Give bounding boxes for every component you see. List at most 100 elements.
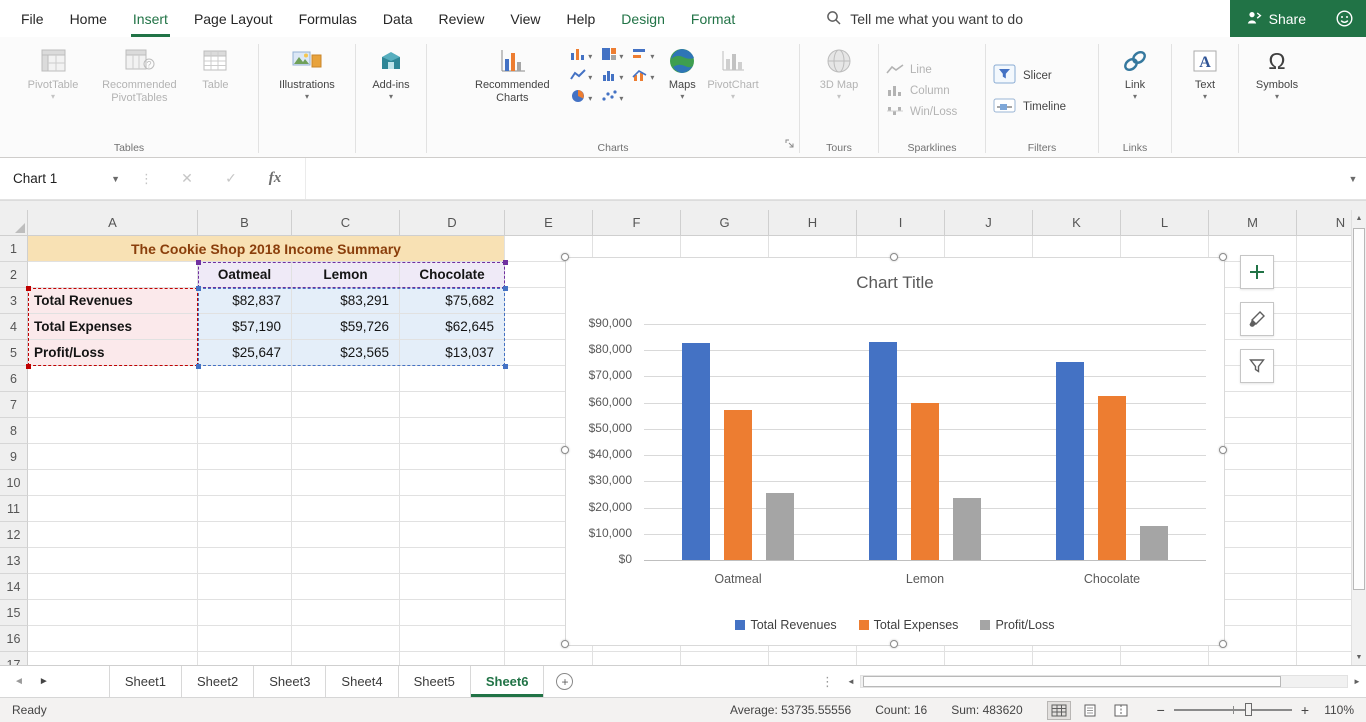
column-header-E[interactable]: E (505, 210, 593, 236)
pivotchart-button[interactable]: PivotChart ▾ (702, 41, 763, 101)
row-header-17[interactable]: 17 (0, 652, 28, 665)
scroll-down-arrow[interactable]: ▼ (1352, 649, 1366, 665)
tab-view[interactable]: View (497, 0, 553, 37)
recommended-charts-button[interactable]: Recommended Charts (462, 41, 562, 105)
addins-button[interactable]: Add-ins ▾ (363, 41, 419, 101)
value-cell[interactable]: $75,682 (400, 288, 505, 314)
empty-cell[interactable] (292, 496, 400, 522)
legend-item[interactable]: Profit/Loss (980, 618, 1055, 632)
tab-file[interactable]: File (8, 0, 57, 37)
category-header-cell[interactable]: Oatmeal (198, 262, 292, 288)
empty-cell[interactable] (1297, 496, 1351, 522)
empty-cell[interactable] (1297, 470, 1351, 496)
empty-cell[interactable] (1209, 652, 1297, 665)
empty-cell[interactable] (28, 600, 198, 626)
empty-cell[interactable] (198, 470, 292, 496)
empty-cell[interactable] (681, 652, 769, 665)
empty-cell[interactable] (1297, 600, 1351, 626)
chart-selection-handle[interactable] (890, 640, 898, 648)
insert-waterfall-chart-button[interactable]: ▾ (632, 47, 654, 61)
empty-cell[interactable] (400, 548, 505, 574)
horizontal-scrollbar[interactable]: ◄ ► (842, 666, 1366, 697)
value-cell[interactable]: $83,291 (292, 288, 400, 314)
column-header-H[interactable]: H (769, 210, 857, 236)
symbols-button[interactable]: Ω Symbols ▾ (1251, 41, 1303, 101)
empty-cell[interactable] (400, 626, 505, 652)
chart-selection-handle[interactable] (890, 253, 898, 261)
zoom-in-button[interactable]: + (1301, 702, 1309, 718)
insert-pie-chart-button[interactable]: ▾ (570, 89, 592, 103)
feedback-smiley-button[interactable] (1323, 0, 1366, 37)
empty-cell[interactable] (198, 392, 292, 418)
row-header-2[interactable]: 2 (0, 262, 28, 288)
row-header-5[interactable]: 5 (0, 340, 28, 366)
empty-cell[interactable] (198, 522, 292, 548)
empty-cell[interactable] (292, 444, 400, 470)
row-header-14[interactable]: 14 (0, 574, 28, 600)
page-break-view-button[interactable] (1109, 701, 1133, 720)
empty-cell[interactable] (400, 444, 505, 470)
empty-cell[interactable] (28, 496, 198, 522)
value-cell[interactable]: $13,037 (400, 340, 505, 366)
empty-cell[interactable] (857, 652, 945, 665)
column-header-F[interactable]: F (593, 210, 681, 236)
chart-selection-handle[interactable] (561, 446, 569, 454)
row-label-cell[interactable]: Total Expenses (28, 314, 198, 340)
empty-cell[interactable] (1297, 236, 1351, 262)
value-cell[interactable]: $25,647 (198, 340, 292, 366)
sparkline-winloss-button[interactable]: Win/Loss (881, 102, 962, 123)
empty-cell[interactable] (400, 522, 505, 548)
category-header-cell[interactable]: Lemon (292, 262, 400, 288)
row-header-8[interactable]: 8 (0, 418, 28, 444)
horizontal-scroll-track[interactable] (860, 675, 1348, 688)
empty-cell[interactable] (198, 626, 292, 652)
empty-cell[interactable] (1297, 314, 1351, 340)
empty-cell[interactable] (198, 444, 292, 470)
empty-cell[interactable] (292, 600, 400, 626)
chart-selection-handle[interactable] (1219, 446, 1227, 454)
empty-cell[interactable] (1297, 418, 1351, 444)
empty-cell[interactable] (28, 366, 198, 392)
empty-cell[interactable] (505, 652, 593, 665)
scroll-right-arrow[interactable]: ► (1348, 677, 1366, 686)
horizontal-scroll-thumb[interactable] (863, 676, 1281, 687)
tab-bar-grip-icon[interactable]: ⋮ (813, 666, 842, 697)
empty-cell[interactable] (28, 418, 198, 444)
row-header-12[interactable]: 12 (0, 522, 28, 548)
zoom-out-button[interactable]: − (1157, 702, 1165, 718)
chart-title[interactable]: Chart Title (566, 273, 1224, 293)
insert-column-chart-button[interactable]: ▾ (570, 47, 592, 61)
sparkline-line-button[interactable]: Line (881, 60, 937, 81)
empty-cell[interactable] (400, 418, 505, 444)
empty-cell[interactable] (1297, 262, 1351, 288)
chart-selection-handle[interactable] (561, 253, 569, 261)
table-button[interactable]: Table (195, 41, 235, 92)
row-header-3[interactable]: 3 (0, 288, 28, 314)
empty-cell[interactable] (1297, 288, 1351, 314)
empty-cell[interactable] (1297, 392, 1351, 418)
legend-item[interactable]: Total Revenues (735, 618, 837, 632)
empty-cell[interactable] (1297, 574, 1351, 600)
value-cell[interactable]: $82,837 (198, 288, 292, 314)
sparkline-column-button[interactable]: Column (881, 81, 955, 102)
row-label-cell[interactable]: Profit/Loss (28, 340, 198, 366)
empty-cell[interactable] (400, 600, 505, 626)
column-header-C[interactable]: C (292, 210, 400, 236)
column-header-M[interactable]: M (1209, 210, 1297, 236)
empty-cell[interactable] (292, 626, 400, 652)
empty-cell[interactable] (28, 626, 198, 652)
sheet-tab-sheet6[interactable]: Sheet6 (470, 666, 545, 697)
page-layout-view-button[interactable] (1078, 701, 1102, 720)
insert-line-chart-button[interactable]: ▾ (570, 68, 592, 82)
confirm-entry-button[interactable]: ✓ (209, 170, 253, 187)
chart-selection-handle[interactable] (561, 640, 569, 648)
sheet-tab-sheet1[interactable]: Sheet1 (108, 666, 183, 697)
expand-formula-bar-icon[interactable]: ▼ (1340, 174, 1366, 184)
select-all-corner[interactable] (0, 210, 28, 236)
worksheet-title-cell[interactable]: The Cookie Shop 2018 Income Summary (28, 236, 505, 262)
empty-cell[interactable] (292, 548, 400, 574)
empty-cell[interactable] (400, 652, 505, 665)
row-header-7[interactable]: 7 (0, 392, 28, 418)
sheet-tab-sheet2[interactable]: Sheet2 (182, 666, 255, 697)
empty-cell[interactable] (28, 652, 198, 665)
